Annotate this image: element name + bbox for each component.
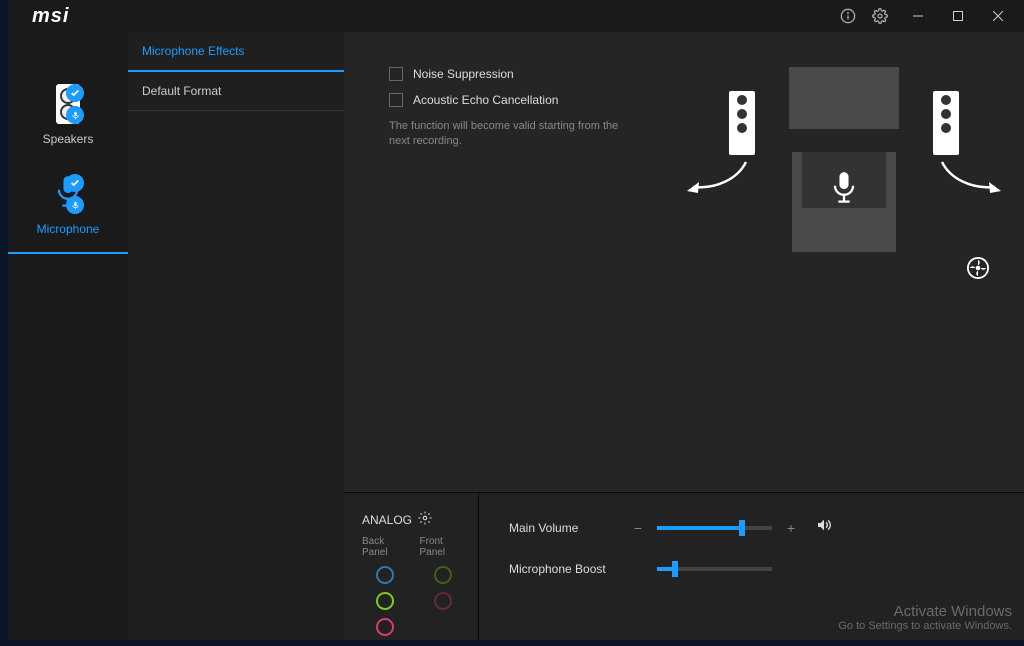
- aec-hint: The function will become valid starting …: [389, 119, 639, 150]
- maximize-button[interactable]: [940, 2, 976, 30]
- jack-front-pink[interactable]: [434, 592, 452, 610]
- front-panel-label: Front Panel: [420, 536, 467, 558]
- aec-label: Acoustic Echo Cancellation: [413, 93, 558, 107]
- volume-decrease-button[interactable]: −: [633, 520, 643, 536]
- fan-icon: [967, 257, 989, 284]
- effects-options: Noise Suppression Acoustic Echo Cancella…: [389, 67, 689, 492]
- main-volume-slider[interactable]: [657, 526, 772, 530]
- volume-increase-button[interactable]: +: [786, 520, 796, 536]
- minimize-button[interactable]: [900, 2, 936, 30]
- bottom-panel: ANALOG Back Panel Front P: [344, 492, 1024, 640]
- volume-icon[interactable]: [816, 517, 832, 538]
- noise-suppression-checkbox[interactable]: [389, 67, 403, 81]
- analog-title: ANALOG: [362, 513, 412, 527]
- mic-badge-icon: [66, 196, 84, 214]
- check-badge-icon: [66, 84, 84, 102]
- tab-microphone-effects[interactable]: Microphone Effects: [128, 32, 344, 72]
- jack-front-green[interactable]: [434, 566, 452, 584]
- windows-activation-watermark: Activate Windows Go to Settings to activ…: [838, 603, 1012, 632]
- device-label: Speakers: [43, 132, 94, 146]
- main-volume-label: Main Volume: [509, 521, 619, 535]
- back-panel-label: Back Panel: [362, 536, 408, 558]
- settings-icon[interactable]: [864, 0, 896, 32]
- device-sidebar: Speakers Microphone: [8, 32, 128, 640]
- titlebar: msi: [8, 0, 1024, 32]
- mic-boost-slider[interactable]: [657, 567, 772, 571]
- sidebar-item-speakers[interactable]: Speakers: [8, 72, 128, 162]
- jack-blue[interactable]: [376, 566, 394, 584]
- right-speaker-icon: [933, 91, 959, 155]
- arrow-right-icon: [937, 157, 1007, 197]
- sidebar-item-microphone[interactable]: Microphone: [8, 162, 128, 254]
- app-window: msi: [8, 0, 1024, 640]
- monitor-icon: [789, 67, 899, 129]
- left-speaker-icon: [729, 91, 755, 155]
- jack-green[interactable]: [376, 592, 394, 610]
- mic-boost-label: Microphone Boost: [509, 562, 619, 576]
- brand-logo: msi: [32, 5, 69, 28]
- arrow-left-icon: [681, 157, 751, 197]
- analog-panel: ANALOG Back Panel Front P: [344, 493, 479, 640]
- analog-settings-icon[interactable]: [418, 511, 432, 528]
- jack-pink[interactable]: [376, 618, 394, 636]
- main-panel: Noise Suppression Acoustic Echo Cancella…: [344, 32, 1024, 640]
- check-badge-icon: [66, 174, 84, 192]
- device-label: Microphone: [37, 222, 100, 236]
- close-button[interactable]: [980, 2, 1016, 30]
- mic-badge-icon: [66, 106, 84, 124]
- mixer-panel: Main Volume − + Microphone Boost: [479, 493, 1024, 640]
- illustration: [689, 67, 999, 492]
- info-icon[interactable]: [832, 0, 864, 32]
- aec-checkbox[interactable]: [389, 93, 403, 107]
- tab-default-format[interactable]: Default Format: [128, 72, 344, 111]
- subnav: Microphone Effects Default Format: [128, 32, 344, 640]
- noise-suppression-label: Noise Suppression: [413, 67, 514, 81]
- center-microphone-icon: [830, 171, 858, 210]
